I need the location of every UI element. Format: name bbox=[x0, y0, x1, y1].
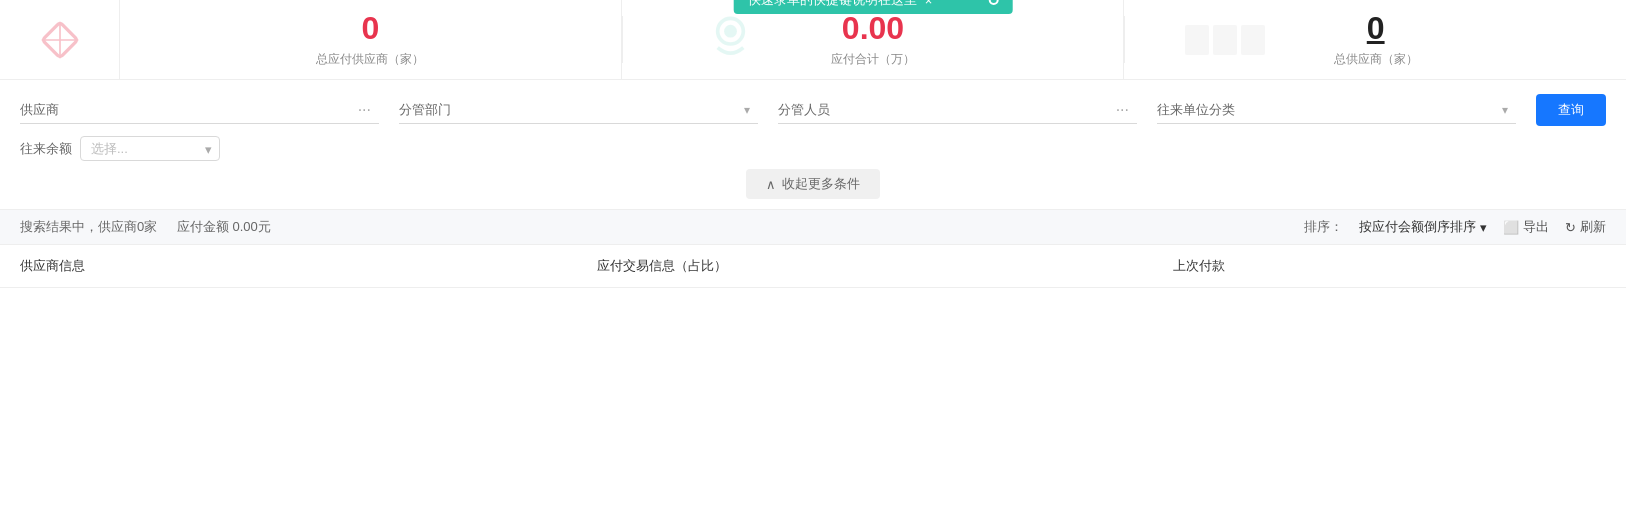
stat-payable-suppliers-label: 总应付供应商（家） bbox=[316, 51, 424, 68]
sort-value-text: 按应付会额倒序排序 bbox=[1359, 218, 1476, 236]
refresh-label: 刷新 bbox=[1580, 218, 1606, 236]
sort-dropdown[interactable]: 按应付会额倒序排序 ▾ bbox=[1359, 218, 1487, 236]
logo-area bbox=[0, 0, 120, 79]
collapse-button[interactable]: ∧ 收起更多条件 bbox=[746, 169, 880, 199]
stat-total-payable-suppliers: 0 总应付供应商（家） bbox=[120, 0, 622, 79]
result-right: 排序： 按应付会额倒序排序 ▾ ⬜ 导出 ↻ 刷新 bbox=[1304, 218, 1606, 236]
balance-select-wrapper: 选择... bbox=[80, 136, 220, 161]
unit-category-label: 往来单位分类 bbox=[1157, 101, 1235, 119]
collapse-label: 收起更多条件 bbox=[782, 175, 860, 193]
manager-input[interactable] bbox=[838, 102, 1112, 117]
ghost-boxes bbox=[1185, 25, 1265, 55]
department-field: 分管部门 ▾ bbox=[399, 97, 758, 124]
export-icon: ⬜ bbox=[1503, 220, 1519, 235]
department-input[interactable] bbox=[459, 102, 740, 117]
sort-label: 排序： bbox=[1304, 218, 1343, 236]
department-arrow-icon[interactable]: ▾ bbox=[744, 103, 750, 117]
col-header-last-pay: 上次付款 bbox=[1173, 257, 1606, 275]
balance-select[interactable]: 选择... bbox=[80, 136, 220, 161]
supplier-dots-icon[interactable]: ··· bbox=[358, 101, 371, 119]
search-row-2: 往来余额 选择... bbox=[20, 136, 1606, 161]
stat-payable-suppliers-count: 0 bbox=[361, 11, 379, 46]
refresh-icon: ↻ bbox=[1565, 220, 1576, 235]
search-row-1: 供应商 ··· 分管部门 ▾ 分管人员 ··· 往来单位分类 ▾ 查询 bbox=[20, 94, 1606, 126]
tooltip-close-icon[interactable]: × bbox=[925, 0, 933, 8]
refresh-button[interactable]: ↻ 刷新 bbox=[1565, 218, 1606, 236]
table-body bbox=[0, 288, 1626, 515]
supplier-input[interactable] bbox=[67, 102, 354, 117]
stat-icon-decoration bbox=[703, 11, 758, 69]
tooltip-bar: 快速录单的快捷键说明在这里 × bbox=[734, 0, 1013, 14]
table-header: 供应商信息 应付交易信息（占比） 上次付款 bbox=[0, 245, 1626, 288]
stat-payable-total-label: 应付合计（万） bbox=[831, 51, 915, 68]
diamond-logo-icon bbox=[35, 15, 85, 65]
collapse-row: ∧ 收起更多条件 bbox=[20, 169, 1606, 199]
result-amount: 应付金额 0.00元 bbox=[177, 219, 271, 234]
unit-category-input[interactable] bbox=[1243, 102, 1498, 117]
unit-category-arrow-icon[interactable]: ▾ bbox=[1502, 103, 1508, 117]
balance-field: 往来余额 选择... bbox=[20, 136, 220, 161]
result-summary: 搜索结果中，供应商0家 应付金额 0.00元 bbox=[20, 218, 271, 236]
balance-label: 往来余额 bbox=[20, 140, 72, 158]
supplier-label: 供应商 bbox=[20, 101, 59, 119]
export-label: 导出 bbox=[1523, 218, 1549, 236]
department-label: 分管部门 bbox=[399, 101, 451, 119]
stat-total-suppliers: 0 总供应商（家） bbox=[1125, 0, 1626, 79]
stat-payable-total-count: 0.00 bbox=[842, 11, 904, 46]
tooltip-line bbox=[940, 0, 980, 1]
col-header-payable: 应付交易信息（占比） bbox=[597, 257, 1174, 275]
supplier-field: 供应商 ··· bbox=[20, 97, 379, 124]
query-button[interactable]: 查询 bbox=[1536, 94, 1606, 126]
manager-field: 分管人员 ··· bbox=[778, 97, 1137, 124]
export-button[interactable]: ⬜ 导出 bbox=[1503, 218, 1549, 236]
col-header-supplier: 供应商信息 bbox=[20, 257, 597, 275]
tooltip-dot bbox=[988, 0, 998, 5]
manager-label: 分管人员 bbox=[778, 101, 830, 119]
manager-dots-icon[interactable]: ··· bbox=[1116, 101, 1129, 119]
tooltip-text: 快速录单的快捷键说明在这里 bbox=[748, 0, 917, 9]
stat-payable-total: 快速录单的快捷键说明在这里 × 0.00 应付合计（万） bbox=[623, 0, 1125, 79]
search-area: 供应商 ··· 分管部门 ▾ 分管人员 ··· 往来单位分类 ▾ 查询 往来余额 bbox=[0, 80, 1626, 210]
stat-total-suppliers-count: 0 bbox=[1367, 11, 1385, 46]
svg-point-4 bbox=[724, 24, 737, 37]
collapse-up-icon: ∧ bbox=[766, 177, 776, 192]
stat-total-suppliers-label: 总供应商（家） bbox=[1334, 51, 1418, 68]
sort-arrow-icon: ▾ bbox=[1480, 220, 1487, 235]
result-text: 搜索结果中，供应商0家 bbox=[20, 219, 157, 234]
unit-category-field: 往来单位分类 ▾ bbox=[1157, 97, 1516, 124]
result-bar: 搜索结果中，供应商0家 应付金额 0.00元 排序： 按应付会额倒序排序 ▾ ⬜… bbox=[0, 210, 1626, 245]
top-stats-section: 0 总应付供应商（家） 快速录单的快捷键说明在这里 × 0.00 应付合计（万） bbox=[0, 0, 1626, 80]
